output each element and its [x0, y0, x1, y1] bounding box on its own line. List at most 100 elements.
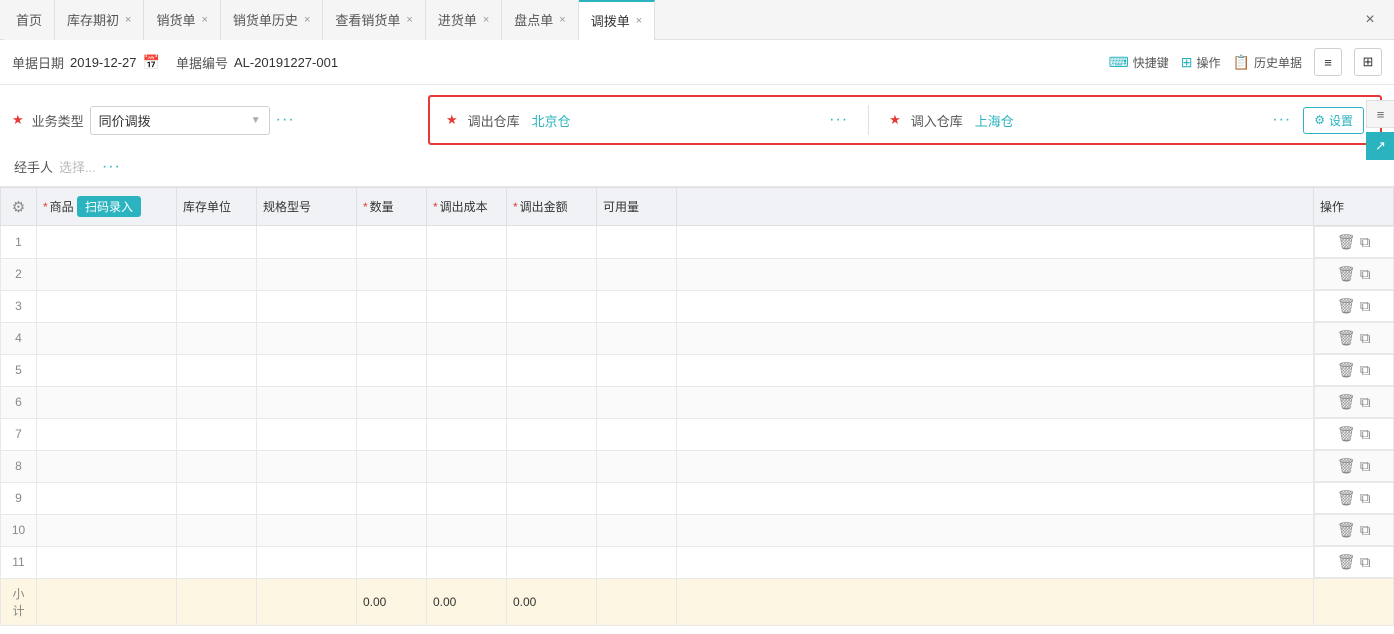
person-more-button[interactable]: ··· — [102, 158, 121, 176]
delete-icon[interactable]: 🗑 — [1337, 329, 1356, 347]
unit-cell — [177, 546, 257, 579]
tab-view-sales[interactable]: 查看销货单 × — [323, 0, 425, 40]
qty-cell — [357, 546, 427, 579]
delete-icon[interactable]: 🗑 — [1337, 297, 1356, 315]
operations-action[interactable]: ⊞ 操作 — [1181, 54, 1221, 71]
unit-cell — [177, 450, 257, 482]
cost-cell — [427, 418, 507, 450]
copy-icon[interactable]: ⧉ — [1360, 426, 1371, 443]
delete-icon[interactable]: 🗑 — [1337, 425, 1356, 443]
qty-cell — [357, 322, 427, 354]
avail-cell — [597, 386, 677, 418]
product-cell[interactable] — [37, 386, 177, 418]
business-type-select[interactable]: 同价调拨 ▼ — [90, 106, 270, 135]
subtotal-avail — [597, 579, 677, 626]
out-warehouse-more-button[interactable]: ··· — [829, 111, 848, 129]
delete-icon[interactable]: 🗑 — [1337, 457, 1356, 475]
table-row: 1 🗑 ⧉ — [1, 226, 1394, 259]
row-number: 4 — [1, 322, 37, 354]
amount-cell — [507, 514, 597, 546]
copy-icon[interactable]: ⧉ — [1360, 394, 1371, 411]
product-cell[interactable] — [37, 514, 177, 546]
close-icon[interactable]: × — [201, 14, 207, 26]
copy-icon[interactable]: ⧉ — [1360, 554, 1371, 571]
product-cell[interactable] — [37, 482, 177, 514]
panel-export-button[interactable]: ↗ — [1366, 132, 1394, 160]
copy-icon[interactable]: ⧉ — [1360, 522, 1371, 539]
spec-cell — [257, 258, 357, 290]
avail-cell — [597, 546, 677, 579]
empty-cell — [677, 226, 1314, 259]
delete-icon[interactable]: 🗑 — [1337, 265, 1356, 283]
copy-icon[interactable]: ⧉ — [1360, 490, 1371, 507]
tab-inventory-check[interactable]: 盘点单 × — [502, 0, 578, 40]
tab-sales-history[interactable]: 销货单历史 × — [221, 0, 323, 40]
copy-icon[interactable]: ⧉ — [1360, 330, 1371, 347]
row-number: 9 — [1, 482, 37, 514]
gear-icon[interactable]: ⚙ — [12, 199, 25, 216]
product-cell[interactable] — [37, 226, 177, 259]
product-cell[interactable] — [37, 450, 177, 482]
delete-icon[interactable]: 🗑 — [1337, 553, 1356, 571]
tab-sales-order[interactable]: 销货单 × — [144, 0, 220, 40]
row-number: 8 — [1, 450, 37, 482]
empty-cell — [677, 258, 1314, 290]
window-close-button[interactable]: × — [1350, 0, 1390, 40]
tab-bar: 首页 库存期初 × 销货单 × 销货单历史 × 查看销货单 × 进货单 × 盘点… — [0, 0, 1394, 40]
table-row: 5 🗑 ⧉ — [1, 354, 1394, 386]
shortcuts-action[interactable]: ⌨ 快捷键 — [1109, 54, 1169, 71]
header-empty — [677, 188, 1314, 226]
close-icon[interactable]: × — [125, 14, 131, 26]
tab-transfer-order[interactable]: 调拨单 × — [579, 0, 655, 40]
settings-button[interactable]: ⚙ 设置 — [1303, 107, 1364, 134]
tab-purchase-order[interactable]: 进货单 × — [426, 0, 502, 40]
header-unit: 库存单位 — [177, 188, 257, 226]
avail-cell — [597, 290, 677, 322]
product-cell[interactable] — [37, 546, 177, 579]
copy-icon[interactable]: ⧉ — [1360, 266, 1371, 283]
history-action[interactable]: 📋 历史单据 — [1233, 54, 1302, 71]
date-value[interactable]: 2019-12-27 — [70, 55, 137, 70]
delete-icon[interactable]: 🗑 — [1337, 233, 1356, 251]
product-cell[interactable] — [37, 418, 177, 450]
close-icon[interactable]: × — [483, 14, 489, 26]
tab-inventory-init[interactable]: 库存期初 × — [55, 0, 144, 40]
in-warehouse-more-button[interactable]: ··· — [1272, 111, 1291, 129]
delete-icon[interactable]: 🗑 — [1337, 393, 1356, 411]
unit-cell — [177, 482, 257, 514]
delete-icon[interactable]: 🗑 — [1337, 361, 1356, 379]
copy-icon[interactable]: ⧉ — [1360, 234, 1371, 251]
cost-cell — [427, 226, 507, 259]
product-cell[interactable] — [37, 290, 177, 322]
panel-list-button[interactable]: ≡ — [1366, 100, 1394, 128]
list-view-button[interactable]: ≡ — [1314, 48, 1342, 76]
in-warehouse-value[interactable]: 上海仓 — [975, 111, 1014, 130]
action-cell: 🗑 ⧉ — [1314, 418, 1394, 450]
qty-cell — [357, 226, 427, 259]
close-icon[interactable]: × — [406, 14, 412, 26]
delete-icon[interactable]: 🗑 — [1337, 521, 1356, 539]
qty-cell — [357, 354, 427, 386]
grid-view-button[interactable]: ⊞ — [1354, 48, 1382, 76]
tab-home[interactable]: 首页 — [4, 0, 55, 40]
product-cell[interactable] — [37, 258, 177, 290]
close-icon[interactable]: × — [559, 14, 565, 26]
cost-cell — [427, 258, 507, 290]
copy-icon[interactable]: ⧉ — [1360, 458, 1371, 475]
action-cell: 🗑 ⧉ — [1314, 258, 1394, 290]
subtotal-op — [1314, 579, 1394, 626]
close-icon[interactable]: × — [304, 14, 310, 26]
action-cell: 🗑 ⧉ — [1314, 546, 1394, 578]
scan-button[interactable]: 扫码录入 — [77, 196, 141, 217]
calendar-icon[interactable]: 📅 — [143, 54, 160, 71]
copy-icon[interactable]: ⧉ — [1360, 362, 1371, 379]
delete-icon[interactable]: 🗑 — [1337, 489, 1356, 507]
product-cell[interactable] — [37, 322, 177, 354]
close-icon[interactable]: × — [636, 15, 642, 27]
product-cell[interactable] — [37, 354, 177, 386]
out-warehouse-value[interactable]: 北京仓 — [532, 111, 571, 130]
person-select[interactable]: 选择... — [59, 157, 96, 176]
more-button[interactable]: ··· — [276, 111, 295, 129]
qty-cell — [357, 258, 427, 290]
copy-icon[interactable]: ⧉ — [1360, 298, 1371, 315]
